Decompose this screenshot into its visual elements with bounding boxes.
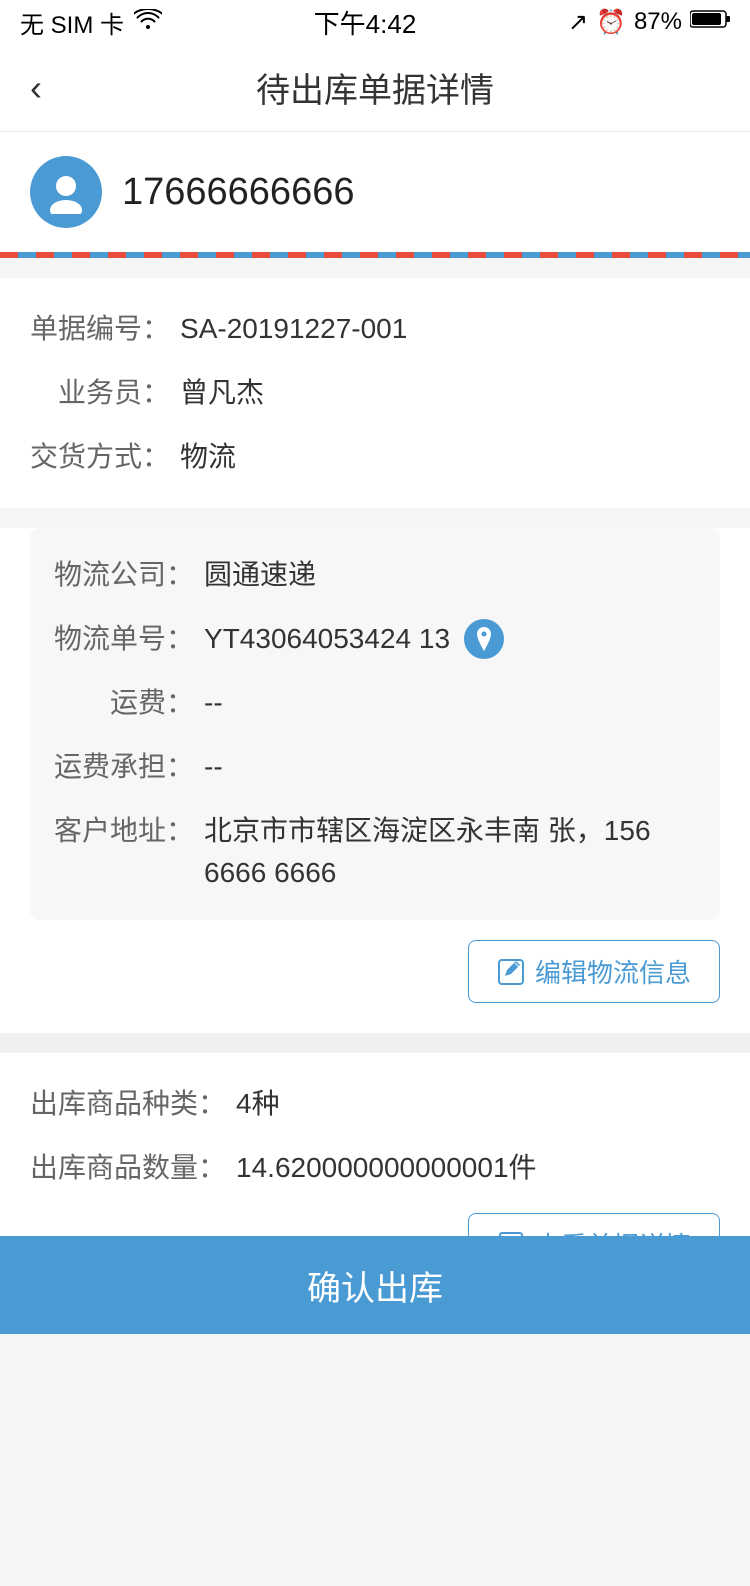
confirm-bar[interactable]: 确认出库 <box>0 1236 750 1334</box>
avatar <box>30 156 102 228</box>
freight-value: -- <box>204 682 696 724</box>
status-time: 下午4:42 <box>314 4 417 41</box>
tracking-value: YT43064053424 13 <box>204 618 696 660</box>
goods-type-value: 4种 <box>236 1083 720 1125</box>
logistics-company-label: 物流公司： <box>54 554 194 596</box>
alarm-icon: ⏰ <box>596 8 626 37</box>
nav-bar: ‹ 待出库单据详情 <box>0 44 750 132</box>
salesman-row: 业务员： 曾凡杰 <box>30 372 720 414</box>
freight-label: 运费： <box>54 682 194 724</box>
customer-phone: 17666666666 <box>122 171 354 214</box>
doc-number-row: 单据编号： SA-20191227-001 <box>30 308 720 350</box>
location-status-icon: ↗ <box>568 8 588 37</box>
freight-bear-value: -- <box>204 746 696 788</box>
logistics-company-row: 物流公司： 圆通速递 <box>54 554 696 596</box>
bottom-space <box>0 1306 750 1586</box>
freight-bear-row: 运费承担： -- <box>54 746 696 788</box>
salesman-label: 业务员： <box>30 372 170 414</box>
confirm-button-label: 确认出库 <box>307 1261 443 1310</box>
battery-label: 87% <box>634 8 682 36</box>
tracking-row: 物流单号： YT43064053424 13 <box>54 618 696 660</box>
delivery-value: 物流 <box>180 436 720 478</box>
edit-logistics-label: 编辑物流信息 <box>535 953 691 990</box>
salesman-value: 曾凡杰 <box>180 372 720 414</box>
freight-row: 运费： -- <box>54 682 696 724</box>
address-value: 北京市市辖区海淀区永丰南 张，156 6666 6666 <box>204 810 696 894</box>
delivery-label: 交货方式： <box>30 436 170 478</box>
page-title: 待出库单据详情 <box>256 63 494 112</box>
edit-logistics-button[interactable]: 编辑物流信息 <box>468 940 720 1003</box>
logistics-card: 物流公司： 圆通速递 物流单号： YT43064053424 13 运费： --… <box>30 528 720 920</box>
doc-number-label: 单据编号： <box>30 308 170 350</box>
tracking-label: 物流单号： <box>54 618 194 660</box>
wifi-icon <box>134 8 162 36</box>
freight-bear-label: 运费承担： <box>54 746 194 788</box>
back-icon: ‹ <box>30 67 42 108</box>
back-button[interactable]: ‹ <box>30 57 62 119</box>
customer-header: 17666666666 <box>0 132 750 252</box>
edit-icon <box>497 958 525 986</box>
battery-icon <box>690 8 730 36</box>
carrier-label: 无 SIM 卡 <box>20 5 124 40</box>
status-bar: 无 SIM 卡 下午4:42 ↗ ⏰ 87% <box>0 0 750 44</box>
goods-type-row: 出库商品种类： 4种 <box>30 1083 720 1125</box>
delivery-row: 交货方式： 物流 <box>30 436 720 478</box>
logistics-company-value: 圆通速递 <box>204 554 696 596</box>
edit-logistics-area: 编辑物流信息 <box>30 940 720 1003</box>
status-right: ↗ ⏰ 87% <box>568 8 730 37</box>
doc-number-value: SA-20191227-001 <box>180 308 720 350</box>
map-location-icon[interactable] <box>464 619 504 659</box>
status-left: 无 SIM 卡 <box>20 5 162 40</box>
section-divider <box>0 1033 750 1053</box>
logistics-section: 物流公司： 圆通速递 物流单号： YT43064053424 13 运费： --… <box>0 528 750 1033</box>
goods-type-label: 出库商品种类： <box>30 1083 226 1125</box>
basic-info-section: 单据编号： SA-20191227-001 业务员： 曾凡杰 交货方式： 物流 <box>0 278 750 508</box>
goods-quantity-label: 出库商品数量： <box>30 1147 226 1189</box>
dashed-divider <box>0 252 750 258</box>
goods-quantity-row: 出库商品数量： 14.620000000000001件 <box>30 1147 720 1189</box>
address-label: 客户地址： <box>54 810 194 852</box>
address-row: 客户地址： 北京市市辖区海淀区永丰南 张，156 6666 6666 <box>54 810 696 894</box>
goods-quantity-value: 14.620000000000001件 <box>236 1147 720 1189</box>
